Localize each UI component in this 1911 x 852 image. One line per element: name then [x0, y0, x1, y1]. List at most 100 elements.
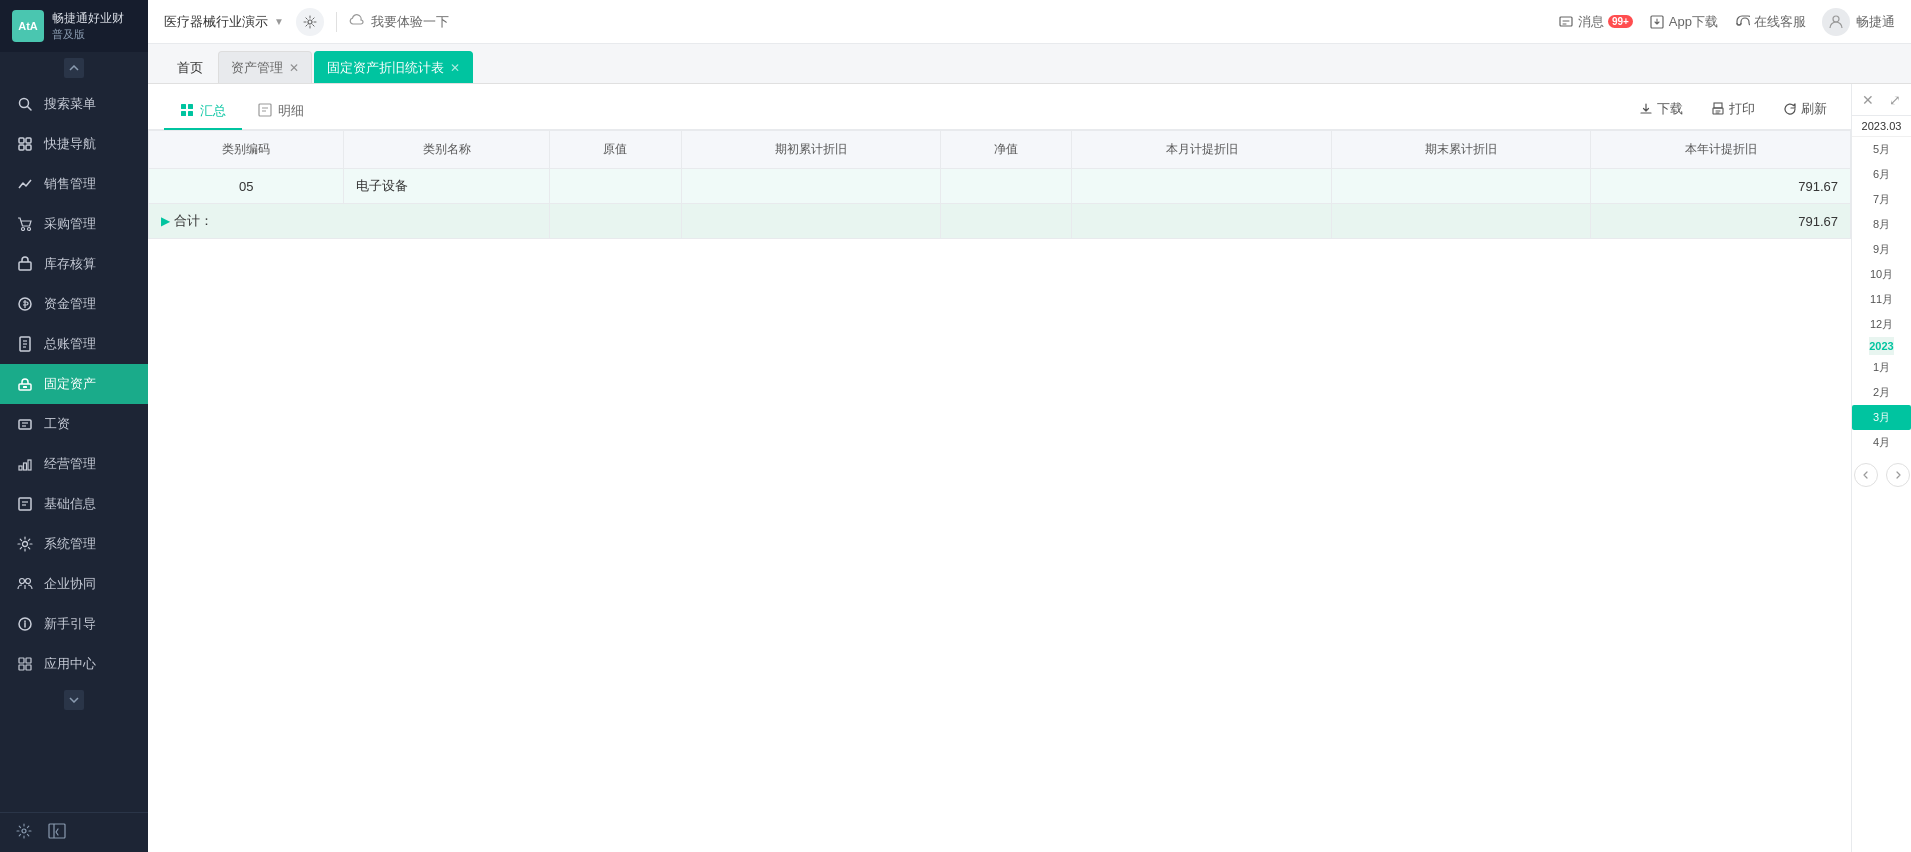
funds-icon — [16, 295, 34, 313]
sidebar-item-label: 销售管理 — [44, 175, 96, 193]
tab-label: 资产管理 — [231, 59, 283, 77]
logo-text: 畅捷通好业财 — [52, 11, 124, 27]
svg-rect-44 — [188, 111, 193, 116]
panel-close-btn[interactable]: ✕ — [1860, 90, 1876, 110]
messages-btn[interactable]: 消息 99+ — [1558, 13, 1633, 31]
tab-home[interactable]: 首页 — [164, 51, 216, 83]
sidebar-item-apps[interactable]: 应用中心 — [0, 644, 148, 684]
refresh-btn[interactable]: 刷新 — [1775, 96, 1835, 122]
sidebar-item-payroll[interactable]: 工资 — [0, 404, 148, 444]
svg-rect-8 — [19, 262, 31, 270]
message-icon — [1558, 14, 1574, 30]
cell-code: 05 — [149, 169, 344, 204]
month-2023-1[interactable]: 1月 — [1852, 355, 1911, 380]
total-row: ▶ 合计： 791.67 — [149, 204, 1851, 239]
panel-prev-btn[interactable] — [1854, 463, 1878, 487]
panel-expand-btn[interactable]: ⤢ — [1887, 90, 1903, 110]
tab-label: 固定资产折旧统计表 — [327, 59, 444, 77]
app-download-btn[interactable]: App下载 — [1649, 13, 1718, 31]
year-2023-header[interactable]: 2023 — [1869, 337, 1893, 355]
month-11[interactable]: 11月 — [1852, 287, 1911, 312]
svg-rect-20 — [24, 463, 27, 470]
sidebar-item-sales[interactable]: 销售管理 — [0, 164, 148, 204]
month-2023-4[interactable]: 4月 — [1852, 430, 1911, 455]
chevron-up-icon — [69, 65, 79, 71]
month-10[interactable]: 10月 — [1852, 262, 1911, 287]
company-selector[interactable]: 医疗器械行业演示 ▼ — [164, 13, 284, 31]
subtab-summary[interactable]: 汇总 — [164, 94, 242, 130]
subtab-detail[interactable]: 明细 — [242, 94, 320, 130]
svg-point-25 — [23, 542, 28, 547]
company-name: 医疗器械行业演示 — [164, 13, 268, 31]
month-9[interactable]: 9月 — [1852, 237, 1911, 262]
svg-rect-2 — [19, 138, 24, 143]
month-8[interactable]: 8月 — [1852, 212, 1911, 237]
guide-icon — [16, 615, 34, 633]
chevron-down-icon — [69, 697, 79, 703]
sidebar-item-operations[interactable]: 经营管理 — [0, 444, 148, 484]
svg-rect-45 — [259, 104, 271, 116]
print-icon — [1711, 102, 1725, 116]
sidebar-item-guide[interactable]: 新手引导 — [0, 604, 148, 644]
svg-point-7 — [28, 228, 31, 231]
month-7[interactable]: 7月 — [1852, 187, 1911, 212]
sidebar-item-search[interactable]: 搜索菜单 — [0, 84, 148, 124]
tab-asset-mgmt[interactable]: 资产管理 ✕ — [218, 51, 312, 83]
sidebar-item-fixed-assets[interactable]: 固定资产 — [0, 364, 148, 404]
month-6[interactable]: 6月 — [1852, 162, 1911, 187]
month-2023-3[interactable]: 3月 — [1852, 405, 1911, 430]
search-icon — [16, 95, 34, 113]
total-original — [550, 204, 681, 239]
cell-annual: 791.67 — [1591, 169, 1851, 204]
tab-depreciation-report[interactable]: 固定资产折旧统计表 ✕ — [314, 51, 473, 83]
collapse-btn[interactable] — [48, 823, 66, 842]
col-name: 类别名称 — [344, 131, 550, 169]
svg-rect-3 — [26, 138, 31, 143]
sidebar-item-enterprise[interactable]: 企业协同 — [0, 564, 148, 604]
sidebar: AtA 畅捷通好业财 普及版 搜索菜单 快捷导航 — [0, 0, 148, 852]
month-5[interactable]: 5月 — [1852, 137, 1911, 162]
online-service-btn[interactable]: 在线客服 — [1734, 13, 1806, 31]
month-12[interactable]: 12月 — [1852, 312, 1911, 337]
sidebar-item-label: 系统管理 — [44, 535, 96, 553]
svg-rect-33 — [26, 665, 31, 670]
panel-header: ✕ ⤢ — [1852, 84, 1911, 116]
settings-btn[interactable] — [16, 823, 32, 842]
col-monthly: 本月计提折旧 — [1072, 131, 1332, 169]
trial-btn[interactable]: 我要体验一下 — [349, 13, 449, 31]
selected-period-label: 2023.03 — [1852, 116, 1911, 137]
scroll-down-btn[interactable] — [64, 690, 84, 710]
tab-close-active-btn[interactable]: ✕ — [450, 61, 460, 75]
svg-rect-15 — [23, 386, 27, 388]
user-menu[interactable]: 畅捷通 — [1822, 8, 1895, 36]
month-2023-2[interactable]: 2月 — [1852, 380, 1911, 405]
panel-next-btn[interactable] — [1886, 463, 1910, 487]
apps-icon — [16, 655, 34, 673]
total-monthly — [1072, 204, 1332, 239]
sidebar-item-system[interactable]: 系统管理 — [0, 524, 148, 564]
print-btn[interactable]: 打印 — [1703, 96, 1763, 122]
svg-rect-19 — [19, 466, 22, 470]
svg-rect-4 — [19, 145, 24, 150]
sidebar-item-purchase[interactable]: 采购管理 — [0, 204, 148, 244]
topbar-settings-btn[interactable] — [296, 8, 324, 36]
date-panel: ✕ ⤢ 2023.03 5月 6月 7月 8月 9月 10月 11月 12月 2… — [1851, 84, 1911, 852]
sidebar-item-basic-info[interactable]: 基础信息 — [0, 484, 148, 524]
tab-close-btn[interactable]: ✕ — [289, 61, 299, 75]
svg-rect-5 — [26, 145, 31, 150]
sidebar-item-ledger[interactable]: 总账管理 — [0, 324, 148, 364]
cell-period-end — [1331, 169, 1591, 204]
sidebar-item-quicknav[interactable]: 快捷导航 — [0, 124, 148, 164]
download-btn[interactable]: 下载 — [1631, 96, 1691, 122]
sidebar-item-label: 采购管理 — [44, 215, 96, 233]
sidebar-item-inventory[interactable]: 库存核算 — [0, 244, 148, 284]
scroll-up-btn[interactable] — [64, 58, 84, 78]
svg-rect-16 — [19, 420, 31, 429]
sidebar-item-funds[interactable]: 资金管理 — [0, 284, 148, 324]
topbar: 医疗器械行业演示 ▼ 我要体验一下 消息 99+ App下载 在线客服 — [148, 0, 1911, 44]
sidebar-item-label: 固定资产 — [44, 375, 96, 393]
subtab-bar: 汇总 明细 下载 打印 — [148, 84, 1851, 130]
username-label: 畅捷通 — [1856, 13, 1895, 31]
col-original: 原值 — [550, 131, 681, 169]
summary-icon — [180, 103, 194, 120]
